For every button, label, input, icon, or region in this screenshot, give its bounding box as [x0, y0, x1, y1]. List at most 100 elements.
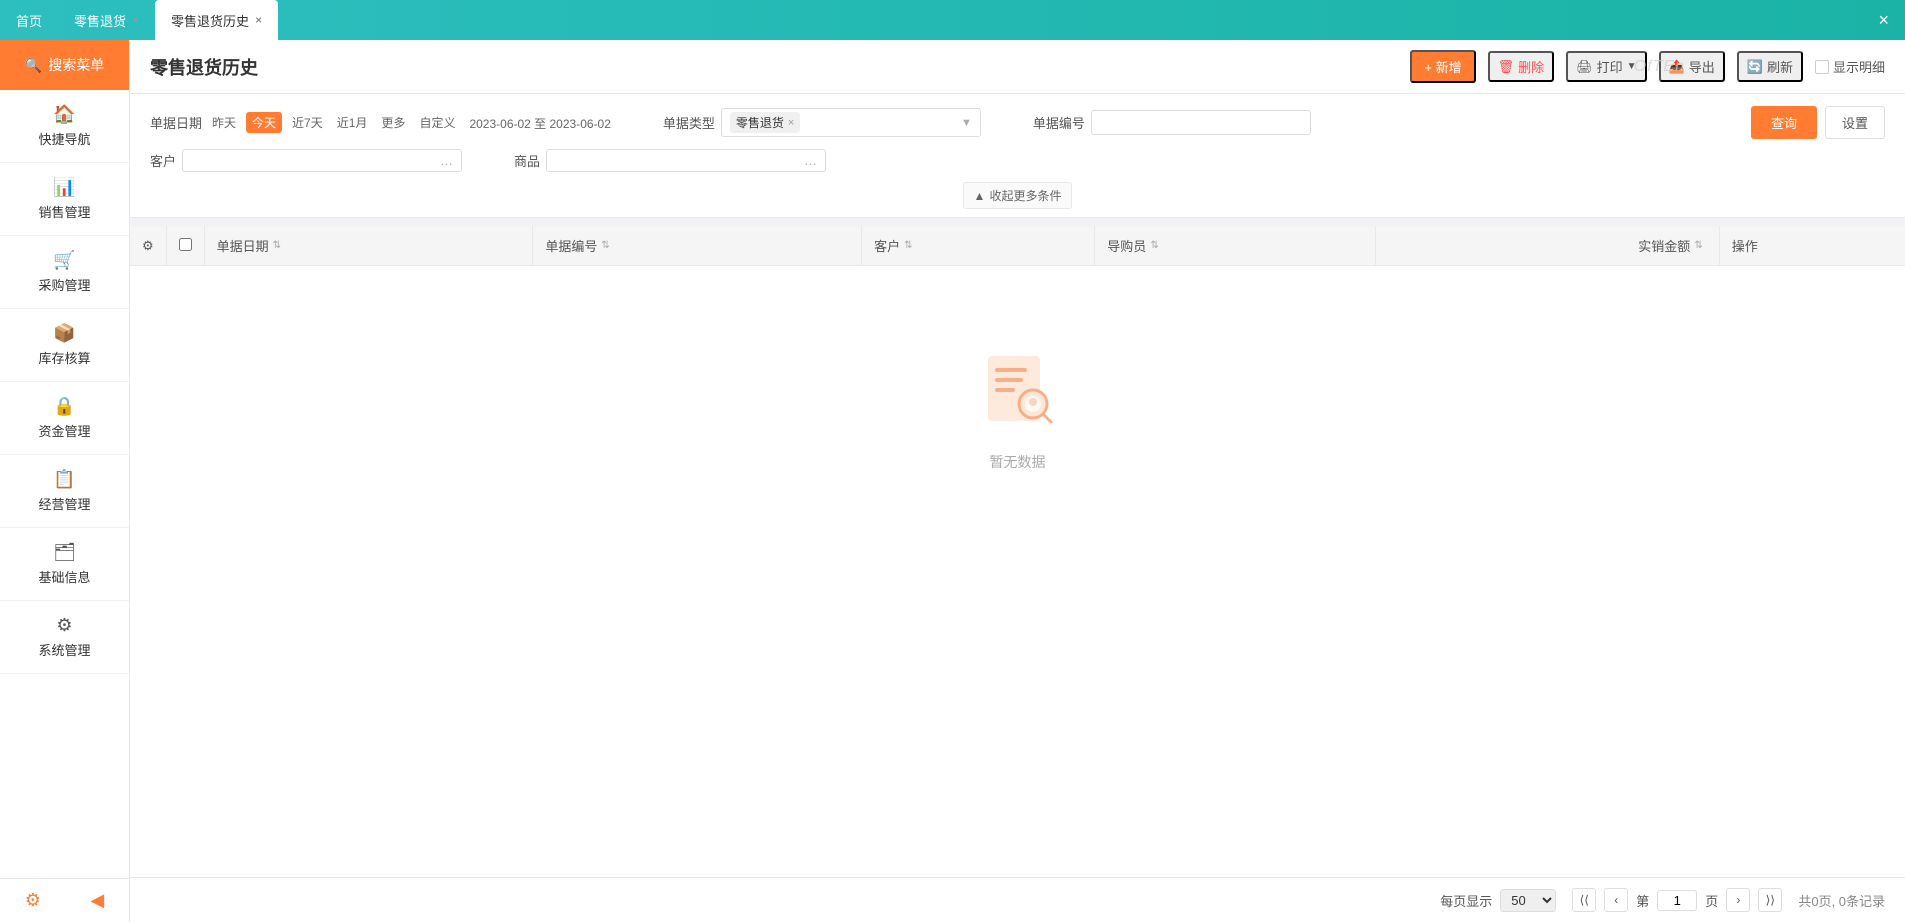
- sidebar-item-basic-info-label: 基础信息: [38, 567, 90, 586]
- filter-customer-dots: …: [440, 153, 453, 168]
- filter-area: 单据日期 昨天 今天 近7天 近1月 更多 自定义 2023-06-02 至 2…: [130, 94, 1905, 218]
- filter-doctype-select[interactable]: 零售退货 × ▼: [721, 108, 981, 137]
- col-doc-number-sort-icon: ⇅: [601, 240, 609, 251]
- filter-action-btns: 查询 设置: [1751, 106, 1885, 139]
- topbar-close-btn[interactable]: ×: [1878, 10, 1889, 31]
- sidebar-item-sales-mgmt[interactable]: 📊 销售管理: [0, 163, 129, 236]
- date-btn-7days[interactable]: 近7天: [288, 112, 327, 133]
- sidebar-toggle-icon[interactable]: ◀: [90, 890, 104, 911]
- show-detail-checkbox[interactable]: [1815, 60, 1829, 74]
- filter-date-range: 2023-06-02 至 2023-06-02: [469, 115, 610, 132]
- page-suffix: 页: [1705, 891, 1718, 910]
- tab-retail-return-close[interactable]: ×: [132, 13, 139, 27]
- col-doc-number-label: 单据编号: [545, 236, 597, 255]
- date-btn-more[interactable]: 更多: [377, 112, 409, 133]
- print-button-label: 打印: [1597, 57, 1623, 76]
- filter-date-label: 单据日期: [150, 113, 202, 132]
- filter-doctype-item: 单据类型 零售退货 × ▼: [663, 108, 981, 137]
- tab-retail-return[interactable]: 零售退货 ×: [58, 0, 155, 40]
- sidebar-item-purchase-mgmt[interactable]: 🛒 采购管理: [0, 236, 129, 309]
- sidebar-item-finance[interactable]: 🔒 资金管理: [0, 382, 129, 455]
- doctype-dropdown-arrow: ▼: [961, 117, 972, 129]
- col-doc-date-label: 单据日期: [217, 236, 269, 255]
- collapse-button-label: 收起更多条件: [989, 187, 1061, 204]
- last-page-btn[interactable]: ⟩⟩: [1758, 888, 1782, 912]
- filter-goods-label: 商品: [514, 151, 540, 170]
- sidebar-item-quick-nav[interactable]: 🏠 快捷导航: [0, 90, 129, 163]
- sales-icon: 📊: [53, 177, 75, 198]
- content-area: 零售退货历史 + 新增 🗑 删除 🖨 打印 ▼ 📤 导出: [130, 40, 1905, 922]
- topbar-right: OfTEn ×: [1862, 10, 1905, 31]
- per-page-select[interactable]: 50 10 20 100: [1500, 889, 1556, 912]
- filter-row-2: 客户 … 商品 …: [150, 149, 1885, 172]
- topbar: 首页 零售退货 × 零售退货历史 × OfTEn ×: [0, 0, 1905, 40]
- page-label: 第: [1636, 891, 1649, 910]
- col-action: 操作: [1719, 226, 1905, 266]
- filter-customer-select[interactable]: …: [182, 149, 462, 172]
- topbar-tabs: 首页 零售退货 × 零售退货历史 ×: [0, 0, 1862, 40]
- date-btn-1month[interactable]: 近1月: [333, 112, 372, 133]
- sidebar-item-sys-mgmt[interactable]: ⚙ 系统管理: [0, 601, 129, 674]
- show-detail-label[interactable]: 显示明细: [1815, 57, 1885, 76]
- filter-doctype-tag-close[interactable]: ×: [788, 117, 794, 129]
- next-page-btn[interactable]: ›: [1726, 888, 1750, 912]
- sidebar-settings-icon[interactable]: ⚙: [25, 890, 41, 911]
- tab-retail-return-history[interactable]: 零售退货历史 ×: [155, 0, 278, 40]
- tab-retail-return-history-close[interactable]: ×: [255, 13, 262, 27]
- sidebar: 🔍 搜索菜单 🏠 快捷导航 📊 销售管理 🛒 采购管理 📦 库存核算 🔒: [0, 40, 130, 922]
- col-guide-sort-icon: ⇅: [1150, 240, 1158, 251]
- empty-state: 暂无数据: [130, 266, 1905, 552]
- print-icon: 🖨: [1576, 59, 1593, 75]
- sidebar-item-ops-mgmt[interactable]: 📋 经营管理: [0, 455, 129, 528]
- export-button[interactable]: 📤 导出: [1659, 51, 1725, 82]
- sidebar-item-sys-mgmt-label: 系统管理: [38, 640, 90, 659]
- filter-doctype-tag: 零售退货 ×: [730, 112, 800, 133]
- query-button[interactable]: 查询: [1751, 106, 1817, 139]
- main-layout: 🔍 搜索菜单 🏠 快捷导航 📊 销售管理 🛒 采购管理 📦 库存核算 🔒: [0, 40, 1905, 922]
- empty-text: 暂无数据: [990, 452, 1046, 472]
- filter-customer-input[interactable]: [191, 153, 434, 168]
- filter-goods-item: 商品 …: [514, 149, 826, 172]
- refresh-button[interactable]: 🔄 刷新: [1737, 51, 1803, 82]
- delete-icon: 🗑: [1498, 59, 1515, 75]
- first-page-btn[interactable]: ⟨⟨: [1572, 888, 1596, 912]
- select-all-checkbox[interactable]: [179, 238, 192, 251]
- filter-goods-input[interactable]: [555, 153, 798, 168]
- tab-home[interactable]: 首页: [0, 0, 58, 40]
- col-customer-sort-icon: ⇅: [904, 240, 912, 251]
- filter-date-item: 单据日期 昨天 今天 近7天 近1月 更多 自定义 2023-06-02 至 2…: [150, 112, 611, 133]
- date-btn-custom[interactable]: 自定义: [415, 112, 459, 133]
- col-amount[interactable]: 实销金额 ⇅: [1376, 226, 1719, 266]
- col-guide[interactable]: 导购员 ⇅: [1095, 226, 1376, 266]
- date-btn-today[interactable]: 今天: [246, 112, 282, 133]
- delete-button[interactable]: 🗑 删除: [1488, 51, 1555, 82]
- settings-button[interactable]: 设置: [1825, 106, 1885, 139]
- filter-goods-select[interactable]: …: [546, 149, 826, 172]
- finance-icon: 🔒: [53, 396, 75, 417]
- date-shortcuts: 昨天 今天 近7天 近1月 更多 自定义: [208, 112, 459, 133]
- filter-docnum-input[interactable]: [1091, 110, 1311, 135]
- new-button[interactable]: + 新增: [1410, 50, 1475, 83]
- settings-button-label: 设置: [1842, 116, 1868, 131]
- date-btn-yesterday[interactable]: 昨天: [208, 112, 240, 133]
- sidebar-item-inventory[interactable]: 📦 库存核算: [0, 309, 129, 382]
- sidebar-search-label: 搜索菜单: [48, 55, 104, 75]
- delete-button-label: 删除: [1518, 57, 1544, 76]
- sidebar-bottom: ⚙ ◀: [0, 878, 129, 922]
- collapse-button[interactable]: ▲ 收起更多条件: [963, 182, 1073, 209]
- col-doc-date[interactable]: 单据日期 ⇅: [204, 226, 533, 266]
- settings-icon: ⚙: [142, 238, 154, 253]
- col-doc-number[interactable]: 单据编号 ⇅: [533, 226, 862, 266]
- col-settings[interactable]: ⚙: [130, 226, 166, 266]
- table-empty-cell: 暂无数据: [130, 266, 1905, 553]
- page-input[interactable]: [1657, 890, 1697, 911]
- col-customer[interactable]: 客户 ⇅: [862, 226, 1095, 266]
- sidebar-item-basic-info[interactable]: 🗂 基础信息: [0, 528, 129, 601]
- prev-page-btn[interactable]: ‹: [1604, 888, 1628, 912]
- query-button-label: 查询: [1771, 116, 1797, 131]
- print-button[interactable]: 🖨 打印 ▼: [1566, 51, 1646, 82]
- table-header: ⚙ 单据日期 ⇅ 单据编号: [130, 226, 1905, 266]
- sidebar-item-ops-mgmt-label: 经营管理: [38, 494, 90, 513]
- pagination-bar: 每页显示 50 10 20 100 ⟨⟨ ‹ 第 页 › ⟩⟩ 共0页, 0条记…: [130, 877, 1905, 922]
- sidebar-search[interactable]: 🔍 搜索菜单: [0, 40, 129, 90]
